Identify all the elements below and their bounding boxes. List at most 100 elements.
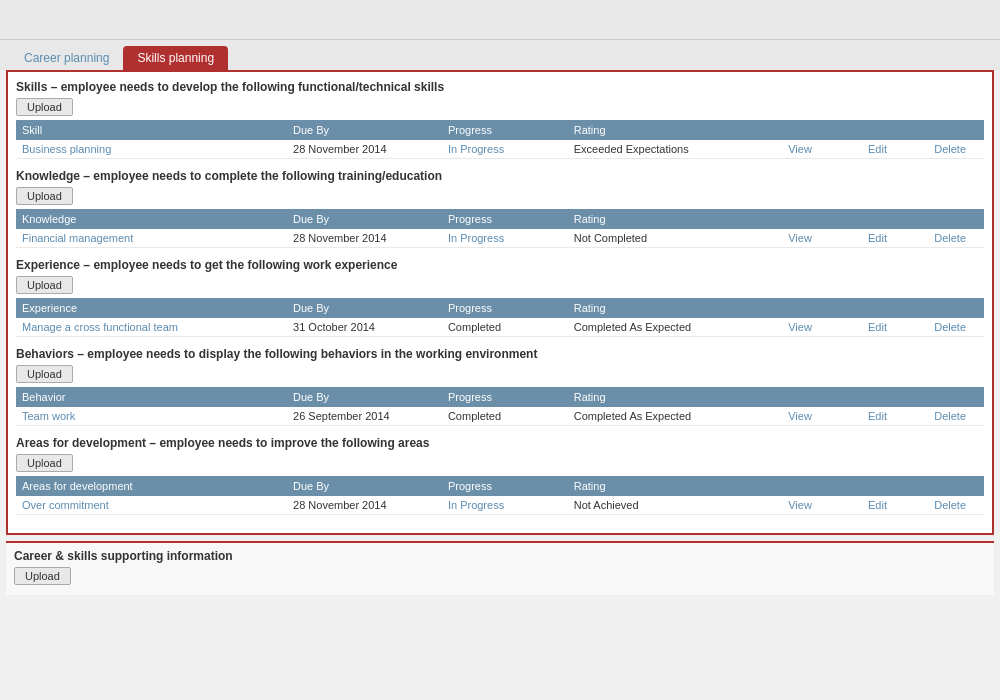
experience-col-progress: Progress [442, 298, 568, 318]
footer-upload-button[interactable]: Upload [14, 567, 71, 585]
skills-col-rating: Rating [568, 120, 762, 140]
behaviors-edit-action[interactable]: Edit [839, 407, 916, 426]
knowledge-delete-action[interactable]: Delete [916, 229, 984, 248]
behaviors-section-title: Behaviors – employee needs to display th… [16, 347, 984, 361]
experience-view-action[interactable]: View [761, 318, 838, 337]
areas-delete-action[interactable]: Delete [916, 496, 984, 515]
areas-upload-button[interactable]: Upload [16, 454, 73, 472]
knowledge-edit-action[interactable]: Edit [839, 229, 916, 248]
skills-view-action[interactable]: View [761, 140, 838, 159]
behaviors-row-progress: Completed [442, 407, 568, 426]
skills-row-name[interactable]: Business planning [16, 140, 287, 159]
behaviors-col-a3 [916, 387, 984, 407]
knowledge-col-rating: Rating [568, 209, 762, 229]
behaviors-col-due: Due By [287, 387, 442, 407]
main-content: Skills – employee needs to develop the f… [6, 70, 994, 535]
areas-section: Areas for development – employee needs t… [16, 436, 984, 515]
experience-row-progress: Completed [442, 318, 568, 337]
skills-col-name: Skill [16, 120, 287, 140]
areas-row-name[interactable]: Over commitment [16, 496, 287, 515]
knowledge-upload-button[interactable]: Upload [16, 187, 73, 205]
experience-col-a1 [761, 298, 838, 318]
behaviors-col-progress: Progress [442, 387, 568, 407]
skills-section-title: Skills – employee needs to develop the f… [16, 80, 984, 94]
experience-col-rating: Rating [568, 298, 762, 318]
experience-table: Experience Due By Progress Rating Manage… [16, 298, 984, 337]
areas-edit-action[interactable]: Edit [839, 496, 916, 515]
knowledge-col-a1 [761, 209, 838, 229]
skills-edit-action[interactable]: Edit [839, 140, 916, 159]
skills-section: Skills – employee needs to develop the f… [16, 80, 984, 159]
table-row: Financial management 28 November 2014 In… [16, 229, 984, 248]
skills-table: Skill Due By Progress Rating Business pl… [16, 120, 984, 159]
knowledge-table: Knowledge Due By Progress Rating Financi… [16, 209, 984, 248]
knowledge-view-action[interactable]: View [761, 229, 838, 248]
behaviors-table: Behavior Due By Progress Rating Team wor… [16, 387, 984, 426]
areas-row-due: 28 November 2014 [287, 496, 442, 515]
areas-col-a2 [839, 476, 916, 496]
areas-table: Areas for development Due By Progress Ra… [16, 476, 984, 515]
skills-col-a1 [761, 120, 838, 140]
behaviors-row-rating: Completed As Expected [568, 407, 762, 426]
table-row: Business planning 28 November 2014 In Pr… [16, 140, 984, 159]
knowledge-row-progress: In Progress [442, 229, 568, 248]
behaviors-row-name[interactable]: Team work [16, 407, 287, 426]
knowledge-col-a3 [916, 209, 984, 229]
experience-row-name[interactable]: Manage a cross functional team [16, 318, 287, 337]
skills-col-a3 [916, 120, 984, 140]
areas-col-due: Due By [287, 476, 442, 496]
experience-col-a3 [916, 298, 984, 318]
knowledge-col-due: Due By [287, 209, 442, 229]
skills-delete-action[interactable]: Delete [916, 140, 984, 159]
tab-skills-planning[interactable]: Skills planning [123, 46, 228, 70]
behaviors-col-a1 [761, 387, 838, 407]
skills-row-progress: In Progress [442, 140, 568, 159]
areas-section-title: Areas for development – employee needs t… [16, 436, 984, 450]
knowledge-col-a2 [839, 209, 916, 229]
footer-section: Career & skills supporting information U… [6, 541, 994, 595]
areas-col-a3 [916, 476, 984, 496]
experience-section: Experience – employee needs to get the f… [16, 258, 984, 337]
skills-col-due: Due By [287, 120, 442, 140]
experience-row-due: 31 October 2014 [287, 318, 442, 337]
behaviors-view-action[interactable]: View [761, 407, 838, 426]
behaviors-col-name: Behavior [16, 387, 287, 407]
areas-col-name: Areas for development [16, 476, 287, 496]
footer-title: Career & skills supporting information [14, 549, 986, 563]
experience-section-title: Experience – employee needs to get the f… [16, 258, 984, 272]
experience-edit-action[interactable]: Edit [839, 318, 916, 337]
experience-delete-action[interactable]: Delete [916, 318, 984, 337]
knowledge-col-name: Knowledge [16, 209, 287, 229]
areas-col-a1 [761, 476, 838, 496]
behaviors-delete-action[interactable]: Delete [916, 407, 984, 426]
knowledge-row-name[interactable]: Financial management [16, 229, 287, 248]
skills-row-rating: Exceeded Expectations [568, 140, 762, 159]
skills-col-a2 [839, 120, 916, 140]
experience-col-due: Due By [287, 298, 442, 318]
behaviors-col-rating: Rating [568, 387, 762, 407]
knowledge-section-title: Knowledge – employee needs to complete t… [16, 169, 984, 183]
behaviors-section: Behaviors – employee needs to display th… [16, 347, 984, 426]
knowledge-row-due: 28 November 2014 [287, 229, 442, 248]
tab-career-planning[interactable]: Career planning [10, 46, 123, 70]
areas-row-progress: In Progress [442, 496, 568, 515]
skills-col-progress: Progress [442, 120, 568, 140]
table-row: Team work 26 September 2014 Completed Co… [16, 407, 984, 426]
experience-col-a2 [839, 298, 916, 318]
knowledge-col-progress: Progress [442, 209, 568, 229]
skills-upload-button[interactable]: Upload [16, 98, 73, 116]
areas-row-rating: Not Achieved [568, 496, 762, 515]
behaviors-row-due: 26 September 2014 [287, 407, 442, 426]
experience-row-rating: Completed As Expected [568, 318, 762, 337]
areas-view-action[interactable]: View [761, 496, 838, 515]
table-row: Over commitment 28 November 2014 In Prog… [16, 496, 984, 515]
skills-row-due: 28 November 2014 [287, 140, 442, 159]
behaviors-upload-button[interactable]: Upload [16, 365, 73, 383]
behaviors-col-a2 [839, 387, 916, 407]
top-bar [0, 0, 1000, 40]
tabs-bar: Career planning Skills planning [0, 40, 1000, 70]
experience-upload-button[interactable]: Upload [16, 276, 73, 294]
table-row: Manage a cross functional team 31 Octobe… [16, 318, 984, 337]
areas-col-rating: Rating [568, 476, 762, 496]
page-wrapper: Career planning Skills planning Skills –… [0, 0, 1000, 700]
